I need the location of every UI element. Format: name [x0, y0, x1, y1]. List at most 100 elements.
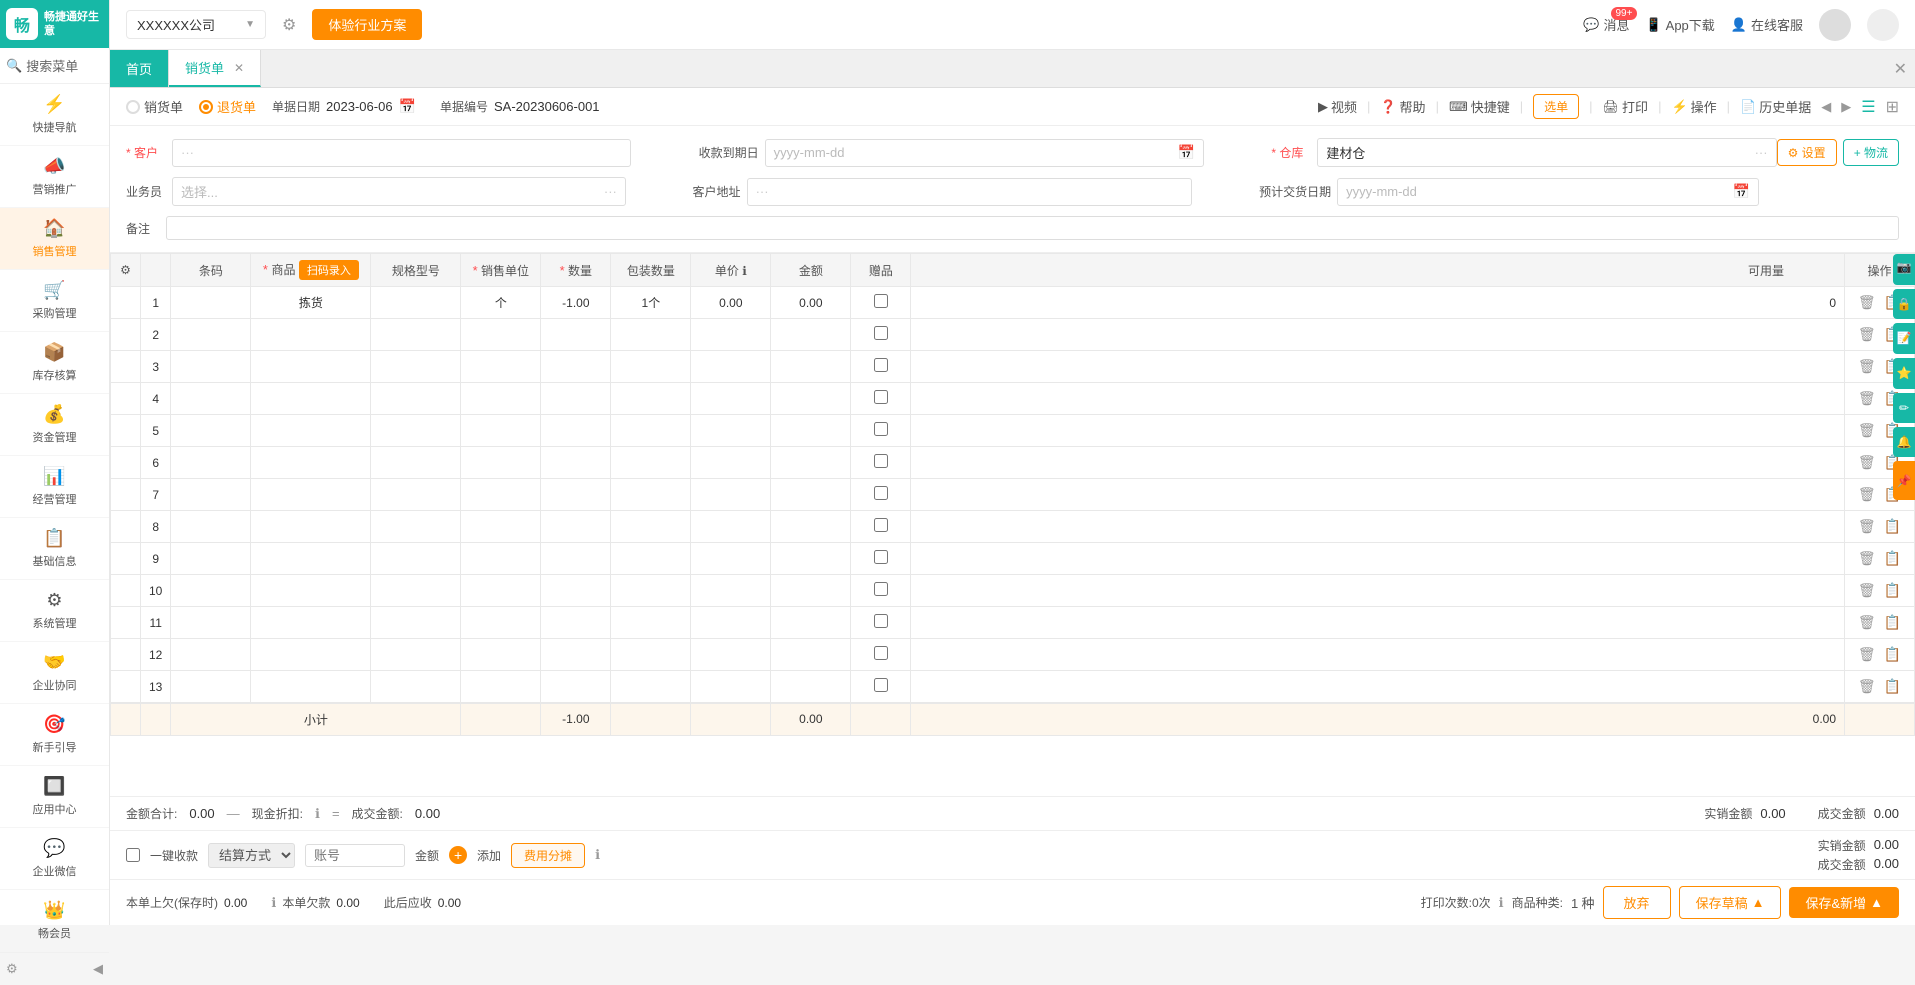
row-amount-2[interactable] [771, 319, 851, 351]
doc-credit-help-icon[interactable]: ℹ [271, 895, 276, 911]
row-unit-6[interactable] [461, 447, 541, 479]
sidebar-item-basic[interactable]: 📋基础信息 [0, 518, 109, 580]
help-action[interactable]: ❓ 帮助 [1380, 97, 1425, 116]
row-product-11[interactable] [251, 607, 371, 639]
row-qty-6[interactable] [541, 447, 611, 479]
row-amount-1[interactable]: 0.00 [771, 287, 851, 319]
sidebar-item-marketing[interactable]: 📣营销推广 [0, 146, 109, 208]
row-amount-9[interactable] [771, 543, 851, 575]
row-pack-3[interactable] [611, 351, 691, 383]
row-delete-btn-1[interactable]: 🗑 [1856, 292, 1878, 313]
row-amount-3[interactable] [771, 351, 851, 383]
row-delete-btn-4[interactable]: 🗑 [1856, 388, 1878, 409]
sidebar-item-quick-nav[interactable]: ⚡快捷导航 [0, 84, 109, 146]
rfb-bell[interactable]: 🔔 [1893, 427, 1915, 458]
row-qty-11[interactable] [541, 607, 611, 639]
row-amount-4[interactable] [771, 383, 851, 415]
row-product-9[interactable] [251, 543, 371, 575]
avatar[interactable] [1819, 9, 1851, 41]
save-draft-button[interactable]: 保存草稿 ▲ [1679, 886, 1782, 919]
order-no-value[interactable]: SA-20230606-001 [494, 99, 600, 114]
row-barcode-3[interactable] [171, 351, 251, 383]
add-payment-btn[interactable]: + [449, 846, 467, 864]
row-price-6[interactable] [691, 447, 771, 479]
rfb-camera[interactable]: 📷 [1893, 254, 1915, 285]
row-unit-12[interactable] [461, 639, 541, 671]
row-barcode-7[interactable] [171, 479, 251, 511]
row-qty-7[interactable] [541, 479, 611, 511]
row-gift-checkbox-1[interactable] [874, 294, 888, 308]
row-product-4[interactable] [251, 383, 371, 415]
rfb-lock[interactable]: 🔒 [1893, 289, 1915, 320]
tab-home[interactable]: 首页 [110, 50, 169, 87]
row-gift-checkbox-3[interactable] [874, 358, 888, 372]
payment-method-select[interactable]: 结算方式 [208, 843, 295, 868]
sidebar-item-system[interactable]: ⚙系统管理 [0, 580, 109, 642]
row-unit-5[interactable] [461, 415, 541, 447]
sidebar-item-guide[interactable]: 🎯新手引导 [0, 704, 109, 766]
col-header-settings[interactable]: ⚙ [111, 254, 141, 287]
row-copy-btn-10[interactable]: 📋 [1882, 580, 1903, 601]
row-amount-12[interactable] [771, 639, 851, 671]
row-delete-btn-7[interactable]: 🗑 [1856, 484, 1878, 505]
trial-button[interactable]: 体验行业方案 [312, 9, 422, 40]
row-unit-7[interactable] [461, 479, 541, 511]
row-qty-1[interactable]: -1.00 [541, 287, 611, 319]
discard-button[interactable]: 放弃 [1603, 886, 1671, 919]
sidebar-item-purchase[interactable]: 🛒采购管理 [0, 270, 109, 332]
row-spec-13[interactable] [371, 671, 461, 704]
row-spec-3[interactable] [371, 351, 461, 383]
tab-close-icon[interactable]: ✕ [234, 61, 244, 75]
expense-help-icon[interactable]: ℹ [595, 847, 600, 863]
row-unit-2[interactable] [461, 319, 541, 351]
expense-split-btn[interactable]: 费用分摊 [511, 843, 585, 868]
row-gift-checkbox-5[interactable] [874, 422, 888, 436]
due-date-input[interactable]: yyyy-mm-dd 📅 [765, 139, 1204, 167]
row-pack-7[interactable] [611, 479, 691, 511]
row-barcode-13[interactable] [171, 671, 251, 704]
row-gift-11[interactable] [851, 607, 911, 639]
row-gift-checkbox-11[interactable] [874, 614, 888, 628]
sidebar-item-enterprise[interactable]: 🤝企业协同 [0, 642, 109, 704]
row-product-3[interactable] [251, 351, 371, 383]
row-settings-7[interactable] [111, 479, 141, 511]
warehouse-input[interactable]: 建材仓 ··· [1317, 138, 1776, 167]
row-copy-btn-11[interactable]: 📋 [1882, 612, 1903, 633]
row-spec-4[interactable] [371, 383, 461, 415]
row-spec-1[interactable] [371, 287, 461, 319]
setting-button[interactable]: ⚙ 设置 [1777, 139, 1837, 166]
logistics-button[interactable]: + 物流 [1843, 139, 1899, 166]
row-spec-5[interactable] [371, 415, 461, 447]
operation-action[interactable]: ⚡ 操作 [1671, 97, 1716, 116]
return-order-radio[interactable]: 退货单 [199, 97, 256, 116]
sidebar-item-operations[interactable]: 📊经营管理 [0, 456, 109, 518]
sidebar-item-member[interactable]: 👑畅会员 [0, 890, 109, 952]
row-pack-2[interactable] [611, 319, 691, 351]
row-price-10[interactable] [691, 575, 771, 607]
row-delete-btn-9[interactable]: 🗑 [1856, 548, 1878, 569]
row-qty-10[interactable] [541, 575, 611, 607]
sidebar-item-appstore[interactable]: 🔲应用中心 [0, 766, 109, 828]
row-settings-11[interactable] [111, 607, 141, 639]
due-date-calendar-icon[interactable]: 📅 [1178, 144, 1195, 161]
avatar2[interactable] [1867, 9, 1899, 41]
row-barcode-6[interactable] [171, 447, 251, 479]
sidebar-item-sales[interactable]: 🏠销售管理 [0, 208, 109, 270]
row-pack-1[interactable]: 1个 [611, 287, 691, 319]
row-product-7[interactable] [251, 479, 371, 511]
row-product-5[interactable] [251, 415, 371, 447]
customer-service-action[interactable]: 👤 在线客服 [1731, 15, 1803, 34]
row-delete-btn-5[interactable]: 🗑 [1856, 420, 1878, 441]
row-gift-4[interactable] [851, 383, 911, 415]
nav-prev-icon[interactable]: ◀ [1821, 99, 1831, 115]
company-selector[interactable]: XXXXXX公司 ▼ [126, 10, 266, 39]
row-pack-6[interactable] [611, 447, 691, 479]
row-spec-9[interactable] [371, 543, 461, 575]
row-unit-1[interactable]: 个 [461, 287, 541, 319]
row-settings-3[interactable] [111, 351, 141, 383]
row-gift-5[interactable] [851, 415, 911, 447]
row-qty-4[interactable] [541, 383, 611, 415]
row-spec-11[interactable] [371, 607, 461, 639]
row-barcode-12[interactable] [171, 639, 251, 671]
row-gift-3[interactable] [851, 351, 911, 383]
